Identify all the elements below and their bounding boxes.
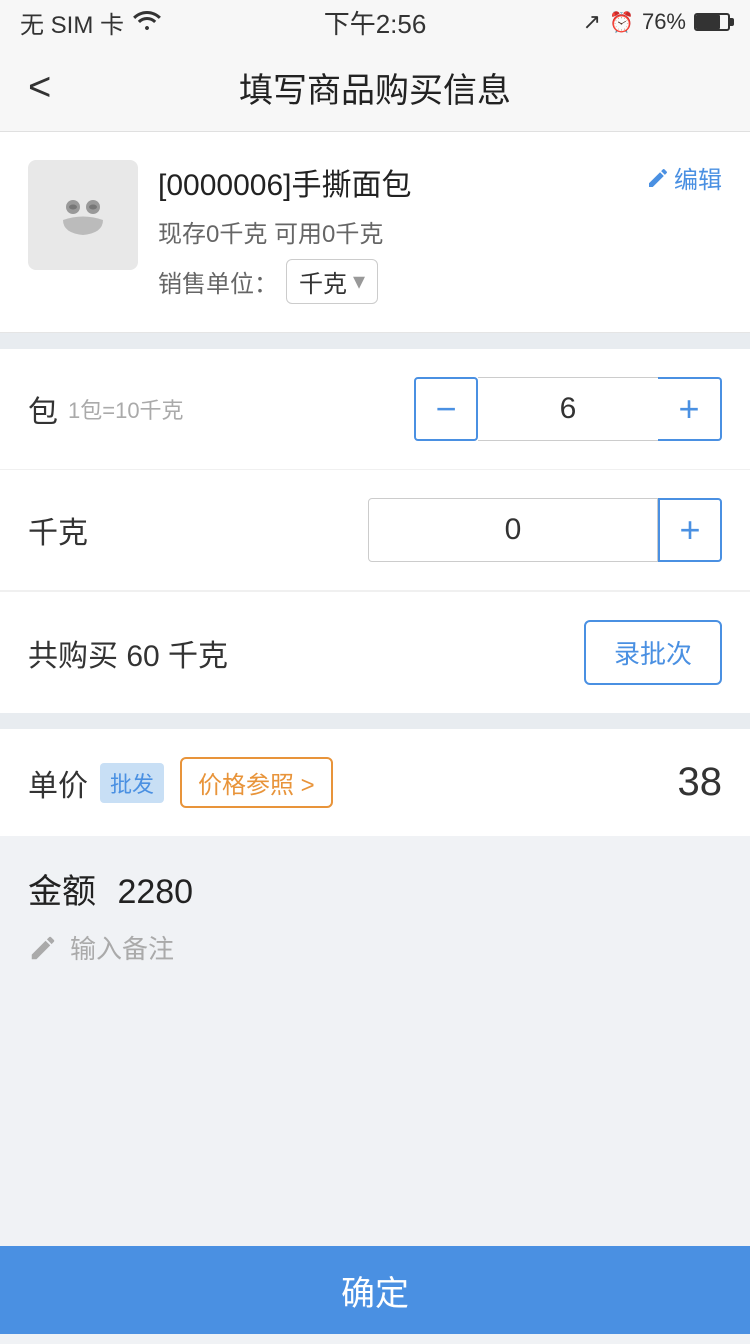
status-left: 无 SIM 卡 (20, 5, 162, 40)
confirm-bar[interactable]: 确定 (0, 1246, 750, 1334)
bag-decrement-button[interactable]: − (414, 377, 478, 441)
edit-button[interactable]: 编辑 (646, 160, 722, 195)
edit-label: 编辑 (674, 160, 722, 195)
unit-select[interactable]: 千克 ▾ (286, 259, 378, 304)
bag-qty-control: − + (414, 377, 722, 441)
bag-increment-button[interactable]: + (658, 377, 722, 441)
total-text: 共购买 60 千克 (28, 631, 228, 675)
bag-input-row: 包 1包=10千克 − + (0, 349, 750, 470)
alarm-icon: ⏰ (609, 10, 634, 35)
price-section: 单价 批发 价格参照 > 38 (0, 729, 750, 836)
price-value: 38 (678, 760, 723, 805)
unit-value: 千克 (299, 264, 347, 299)
input-section: 包 1包=10千克 − + 千克 + 共购买 60 千克 录批次 (0, 349, 750, 713)
bag-label: 包 (28, 387, 58, 431)
kg-input-row: 千克 + (0, 470, 750, 591)
time-label: 下午2:56 (324, 4, 427, 41)
wifi-icon (132, 8, 162, 37)
amount-value: 2280 (117, 873, 193, 911)
kg-quantity-input[interactable] (368, 498, 658, 562)
location-icon: ↗ (583, 9, 601, 35)
unit-label: 销售单位： (158, 264, 278, 299)
amount-label: 金额 (28, 873, 96, 911)
amount-section: 金额 2280 输入备注 (0, 836, 750, 994)
nav-bar: < 填写商品购买信息 (0, 44, 750, 132)
price-label: 单价 (28, 761, 88, 805)
price-reference-button[interactable]: 价格参照 > (180, 757, 333, 808)
price-type-tag: 批发 (100, 763, 164, 803)
kg-qty-control: + (368, 498, 722, 562)
note-row[interactable]: 输入备注 (28, 929, 722, 966)
no-sim-label: 无 SIM 卡 (20, 5, 124, 40)
record-batch-button[interactable]: 录批次 (584, 620, 722, 685)
total-row: 共购买 60 千克 录批次 (0, 591, 750, 713)
page-title: 填写商品购买信息 (239, 63, 511, 112)
amount-row: 金额 2280 (28, 864, 722, 913)
kg-increment-button[interactable]: + (658, 498, 722, 562)
kg-label: 千克 (28, 508, 88, 552)
product-stock: 现存0千克 可用0千克 (158, 214, 722, 249)
pencil-icon (28, 933, 58, 963)
back-button[interactable]: < (28, 65, 51, 110)
product-unit-row: 销售单位： 千克 ▾ (158, 259, 722, 304)
status-right: ↗ ⏰ 76% (583, 9, 730, 35)
status-bar: 无 SIM 卡 下午2:56 ↗ ⏰ 76% (0, 0, 750, 44)
separator-2 (0, 713, 750, 729)
bag-quantity-input[interactable] (478, 377, 658, 441)
product-card: [0000006]手撕面包 编辑 现存0千克 可用0千克 销售单位： 千克 ▾ (0, 132, 750, 333)
note-placeholder: 输入备注 (70, 929, 174, 966)
battery-icon (694, 13, 730, 31)
product-info: [0000006]手撕面包 编辑 现存0千克 可用0千克 销售单位： 千克 ▾ (158, 160, 722, 304)
product-image (28, 160, 138, 270)
separator-1 (0, 333, 750, 349)
chevron-down-icon: ▾ (353, 267, 365, 296)
battery-label: 76% (642, 9, 686, 35)
bag-hint: 1包=10千克 (68, 393, 414, 425)
confirm-button-label: 确定 (341, 1266, 409, 1315)
product-name: [0000006]手撕面包 (158, 160, 411, 204)
